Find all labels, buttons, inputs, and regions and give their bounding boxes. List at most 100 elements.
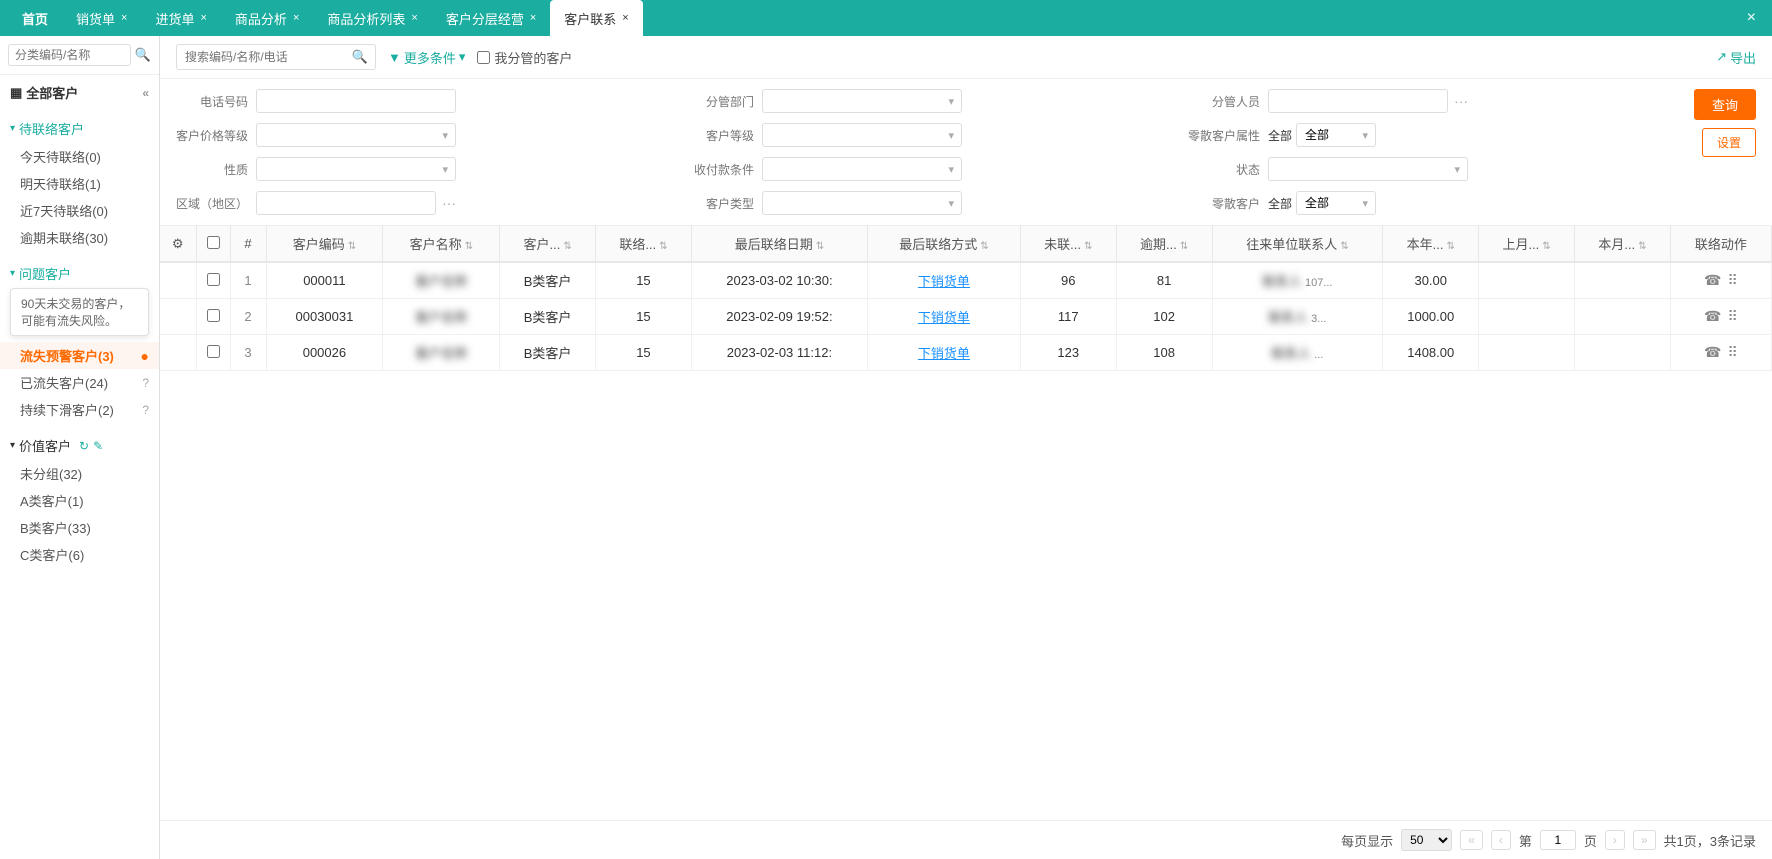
tab-purchase[interactable]: 进货单 × — [141, 0, 220, 36]
col-contacts-header[interactable]: 联络...⇅ — [596, 226, 692, 262]
col-last-contact-date-header[interactable]: 最后联络日期⇅ — [691, 226, 867, 262]
filter-region-input[interactable] — [256, 191, 436, 215]
filter-more-btn[interactable]: ▼ 更多条件 ▾ — [388, 48, 465, 67]
col-name-header[interactable]: 客户名称⇅ — [383, 226, 500, 262]
col-checkbox-header[interactable] — [196, 226, 230, 262]
sidebar-item-overdue-pending[interactable]: 逾期未联络(30) — [0, 224, 159, 251]
filter-status-select[interactable] — [1268, 157, 1468, 181]
row1-more-icon[interactable]: ⠿ — [1728, 272, 1738, 289]
name-sort-icon[interactable]: ⇅ — [465, 241, 473, 252]
date-sort-icon[interactable]: ⇅ — [816, 241, 824, 252]
close-goods-list-tab[interactable]: × — [411, 12, 417, 24]
filter-nature-select[interactable] — [256, 157, 456, 181]
filter-customer-level-select[interactable] — [762, 123, 962, 147]
tab-customer-layer[interactable]: 客户分层经营 × — [432, 0, 550, 36]
close-all-tabs[interactable]: × — [1739, 9, 1764, 27]
filter-customer-type-select[interactable] — [762, 191, 962, 215]
prev-page-btn[interactable]: ‹ — [1491, 830, 1511, 850]
col-settings-header[interactable]: ⚙ — [160, 226, 196, 262]
filter-price-level-select[interactable] — [256, 123, 456, 147]
tab-goods-analysis[interactable]: 商品分析 × — [221, 0, 313, 36]
value-edit-icon[interactable]: ✎ — [93, 439, 103, 453]
filter-search-input[interactable] — [176, 44, 376, 70]
sidebar-group-pending-title[interactable]: ▾ 待联络客户 — [0, 114, 159, 143]
row3-last-contact-method[interactable]: 下销货单 — [868, 335, 1021, 371]
year-sort-icon[interactable]: ⇅ — [1446, 241, 1454, 252]
sidebar-group-churn-title[interactable]: ▾ 问题客户 — [0, 259, 159, 288]
row1-select[interactable] — [207, 273, 220, 286]
sidebar-collapse-btn[interactable]: « — [142, 86, 149, 100]
my-customers-checkbox[interactable] — [477, 51, 490, 64]
sidebar-item-today-pending[interactable]: 今天待联络(0) — [0, 143, 159, 170]
uncontacted-sort-icon[interactable]: ⇅ — [1084, 241, 1092, 252]
value-refresh-icon[interactable]: ↻ — [79, 439, 89, 453]
page-input[interactable] — [1540, 830, 1576, 850]
filter-dept-select[interactable] — [762, 89, 962, 113]
row1-checkbox[interactable] — [196, 262, 230, 299]
close-customer-layer-tab[interactable]: × — [530, 12, 536, 24]
tab-sales[interactable]: 销货单 × — [62, 0, 141, 36]
overdue-sort-icon[interactable]: ⇅ — [1180, 241, 1188, 252]
this-month-sort-icon[interactable]: ⇅ — [1638, 241, 1646, 252]
row3-more-icon[interactable]: ⠿ — [1728, 344, 1738, 361]
query-button[interactable]: 查询 — [1694, 89, 1756, 120]
select-all-checkbox[interactable] — [207, 236, 220, 249]
sidebar-group-value-title[interactable]: ▾ 价值客户 ↻ ✎ — [0, 431, 159, 460]
close-sales-tab[interactable]: × — [121, 12, 127, 24]
my-customers-filter[interactable]: 我分管的客户 — [477, 48, 572, 67]
col-last-contact-method-header[interactable]: 最后联络方式⇅ — [868, 226, 1021, 262]
first-page-btn[interactable]: « — [1460, 830, 1483, 850]
row2-checkbox[interactable] — [196, 299, 230, 335]
row2-more-icon[interactable]: ⠿ — [1728, 308, 1738, 325]
row2-method-link[interactable]: 下销货单 — [918, 310, 970, 325]
filter-phone-input[interactable] — [256, 89, 456, 113]
tab-home[interactable]: 首页 — [8, 0, 62, 36]
sidebar-root-label-wrap[interactable]: ▦ 全部客户 — [10, 83, 78, 102]
last-month-sort-icon[interactable]: ⇅ — [1542, 241, 1550, 252]
col-uncontacted-header[interactable]: 未联...⇅ — [1020, 226, 1116, 262]
sidebar-item-b-class[interactable]: B类客户(33) — [0, 514, 159, 541]
row1-method-link[interactable]: 下销货单 — [918, 274, 970, 289]
row1-last-contact-method[interactable]: 下销货单 — [868, 262, 1021, 299]
export-btn[interactable]: ↗ 导出 — [1716, 48, 1756, 67]
sidebar-search-input[interactable] — [8, 44, 131, 66]
tab-goods-list[interactable]: 商品分析列表 × — [313, 0, 431, 36]
next-page-btn[interactable]: › — [1605, 830, 1625, 850]
filter-retail-customer-select[interactable]: 全部 — [1296, 191, 1376, 215]
sidebar-item-week-pending[interactable]: 近7天待联络(0) — [0, 197, 159, 224]
col-this-year-header[interactable]: 本年...⇅ — [1383, 226, 1479, 262]
close-goods-analysis-tab[interactable]: × — [293, 12, 299, 24]
col-overdue-header[interactable]: 逾期...⇅ — [1116, 226, 1212, 262]
method-sort-icon[interactable]: ⇅ — [980, 241, 988, 252]
unit-sort-icon[interactable]: ⇅ — [1340, 241, 1348, 252]
sidebar-item-a-class[interactable]: A类客户(1) — [0, 487, 159, 514]
row3-select[interactable] — [207, 345, 220, 358]
row3-method-link[interactable]: 下销货单 — [918, 346, 970, 361]
sidebar-item-tomorrow-pending[interactable]: 明天待联络(1) — [0, 170, 159, 197]
row2-contact-icon[interactable]: ☎ — [1704, 308, 1721, 325]
row2-last-contact-method[interactable]: 下销货单 — [868, 299, 1021, 335]
col-type-header[interactable]: 客户...⇅ — [500, 226, 596, 262]
close-purchase-tab[interactable]: × — [200, 12, 206, 24]
filter-retail-attr-select[interactable]: 全部 — [1296, 123, 1376, 147]
row3-contact-icon[interactable]: ☎ — [1704, 344, 1721, 361]
sidebar-item-ungroup[interactable]: 未分组(32) — [0, 460, 159, 487]
per-page-select[interactable]: 50 20 100 — [1401, 829, 1452, 851]
col-this-month-header[interactable]: 本月...⇅ — [1574, 226, 1670, 262]
contacts-sort-icon[interactable]: ⇅ — [659, 241, 667, 252]
col-code-header[interactable]: 客户编码⇅ — [266, 226, 383, 262]
sidebar-search-icon[interactable]: 🔍 — [135, 47, 151, 63]
sidebar-item-churn-warning[interactable]: 流失预警客户(3) ● — [0, 342, 159, 369]
row2-select[interactable] — [207, 309, 220, 322]
tab-customer-contact[interactable]: 客户联系 × — [550, 0, 642, 36]
filter-payment-select[interactable] — [762, 157, 962, 181]
filter-person-dots[interactable]: ··· — [1448, 93, 1474, 109]
filter-person-input[interactable] — [1268, 89, 1448, 113]
sidebar-item-declining[interactable]: 持续下滑客户(2) ? — [0, 396, 159, 423]
row3-checkbox[interactable] — [196, 335, 230, 371]
settings-button[interactable]: 设置 — [1702, 128, 1756, 157]
type-sort-icon[interactable]: ⇅ — [563, 241, 571, 252]
sidebar-item-c-class[interactable]: C类客户(6) — [0, 541, 159, 568]
col-unit-contact-header[interactable]: 往来单位联系人⇅ — [1212, 226, 1383, 262]
filter-search-icon[interactable]: 🔍 — [352, 49, 368, 65]
